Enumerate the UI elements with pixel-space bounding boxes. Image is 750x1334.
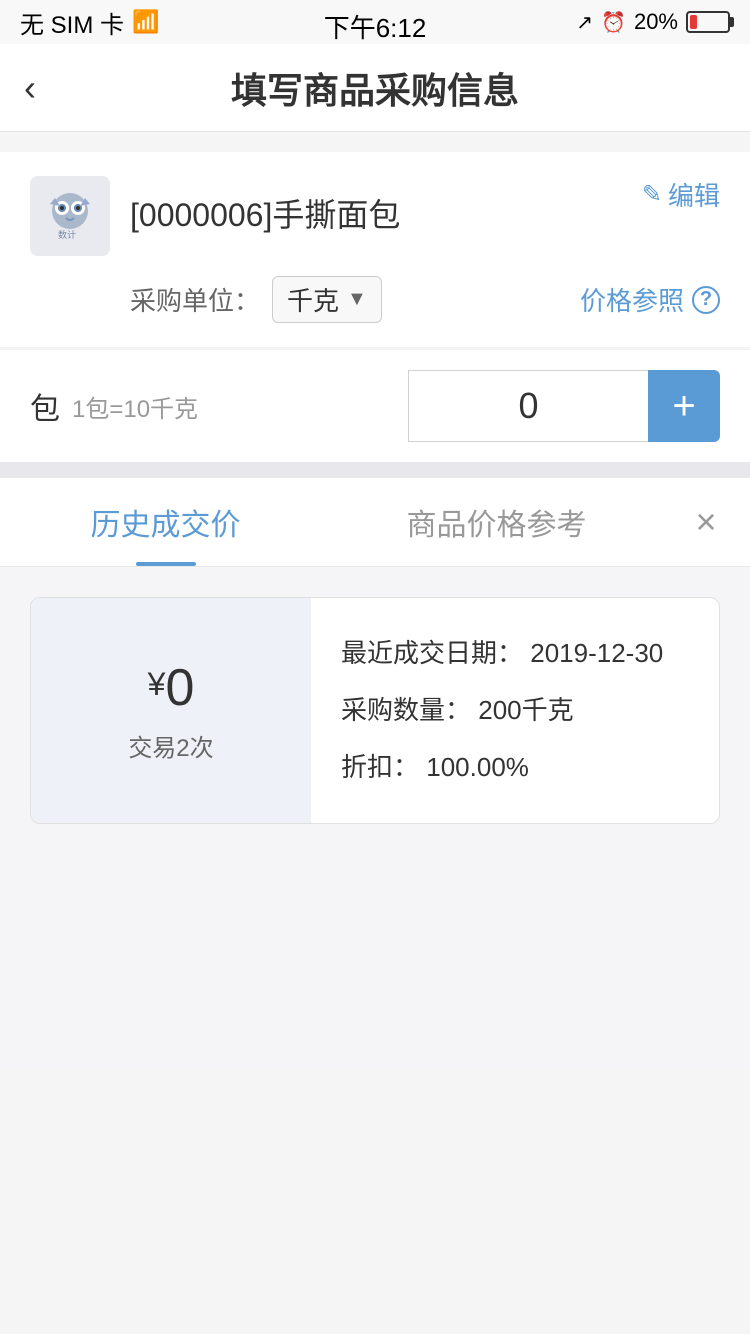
status-right: ↗ ⏰ 20% <box>576 9 730 35</box>
page-title: 填写商品采购信息 <box>231 62 519 114</box>
product-logo: 数计 <box>40 186 100 246</box>
edit-icon: ✎ <box>642 180 662 209</box>
history-trades-count: 交易2次 <box>128 728 213 763</box>
battery-icon <box>686 11 730 33</box>
status-carrier: 无 SIM 卡 📶 <box>20 5 159 40</box>
history-details-section: 最近成交日期： 2019-12-30 采购数量： 200千克 折扣： 100.0… <box>311 598 719 823</box>
close-icon: × <box>695 501 716 543</box>
recent-date-value: 2019-12-30 <box>530 638 663 668</box>
history-quantity: 采购数量： 200千克 <box>341 691 689 730</box>
quantity-plus-button[interactable]: + <box>648 370 720 442</box>
carrier-text: 无 SIM 卡 <box>20 5 124 40</box>
product-header: 数计 [0000006]手撕面包 ✎ 编辑 <box>30 176 720 256</box>
battery-body <box>686 11 730 33</box>
price-ref-button[interactable]: 价格参照 ? <box>580 281 720 318</box>
back-button[interactable]: ‹ <box>24 67 36 109</box>
svg-text:数计: 数计 <box>58 229 76 240</box>
section-separator <box>0 462 750 478</box>
product-card: 数计 [0000006]手撕面包 ✎ 编辑 采购单位： 千克 ▼ 价格参照 ? <box>0 152 750 347</box>
history-recent-date: 最近成交日期： 2019-12-30 <box>341 634 689 673</box>
quantity-unit: 包 1包=10千克 <box>30 384 198 428</box>
recent-date-label: 最近成交日期： <box>341 638 523 668</box>
discount-label: 折扣： <box>341 752 419 782</box>
price-value: 0 <box>165 658 194 718</box>
tabs-container: 历史成交价 商品价格参考 × <box>0 478 750 567</box>
edit-label: 编辑 <box>668 176 720 213</box>
unit-value: 千克 <box>287 281 339 318</box>
tab-active-indicator <box>136 562 196 566</box>
currency-symbol: ¥ <box>148 666 166 703</box>
battery-percent: 20% <box>634 9 678 35</box>
question-icon: ? <box>692 286 720 314</box>
battery-fill <box>690 15 697 29</box>
history-price-display: ¥ 0 <box>148 658 195 718</box>
product-name: [0000006]手撕面包 <box>130 195 400 237</box>
quantity-input-group: + <box>408 370 720 442</box>
quantity-row: 包 1包=10千克 + <box>0 349 750 462</box>
unit-label: 采购单位： <box>130 281 260 318</box>
tab-price-ref-label: 商品价格参考 <box>407 500 587 544</box>
quantity-input[interactable] <box>408 370 648 442</box>
product-left: 数计 [0000006]手撕面包 <box>30 176 400 256</box>
edit-button[interactable]: ✎ 编辑 <box>642 176 720 213</box>
nav-bar: ‹ 填写商品采购信息 <box>0 44 750 132</box>
status-time: 下午6:12 <box>324 8 427 45</box>
history-content: ¥ 0 交易2次 最近成交日期： 2019-12-30 采购数量： 200千克 … <box>0 567 750 1067</box>
tab-history-label: 历史成交价 <box>91 500 241 544</box>
tabs-close-button[interactable]: × <box>662 478 750 566</box>
location-icon: ↗ <box>576 10 593 35</box>
discount-value: 100.00% <box>426 752 529 782</box>
quantity-label: 采购数量： <box>341 695 471 725</box>
history-discount: 折扣： 100.00% <box>341 748 689 787</box>
history-price-section: ¥ 0 交易2次 <box>31 598 311 823</box>
alarm-icon: ⏰ <box>601 10 626 35</box>
quantity-unit-hint: 1包=10千克 <box>72 389 198 424</box>
wifi-icon: 📶 <box>132 9 159 35</box>
tab-history-price[interactable]: 历史成交价 <box>0 478 331 566</box>
history-card: ¥ 0 交易2次 最近成交日期： 2019-12-30 采购数量： 200千克 … <box>30 597 720 824</box>
plus-icon: + <box>672 384 695 429</box>
quantity-unit-label: 包 <box>30 384 60 428</box>
product-thumbnail: 数计 <box>30 176 110 256</box>
dropdown-arrow-icon: ▼ <box>347 288 367 311</box>
quantity-value: 200千克 <box>478 695 573 725</box>
product-unit-row: 采购单位： 千克 ▼ 价格参照 ? <box>30 276 720 323</box>
status-bar: 无 SIM 卡 📶 下午6:12 ↗ ⏰ 20% <box>0 0 750 44</box>
price-ref-label: 价格参照 <box>580 281 684 318</box>
unit-select[interactable]: 千克 ▼ <box>272 276 382 323</box>
tab-product-price-ref[interactable]: 商品价格参考 <box>331 478 662 566</box>
